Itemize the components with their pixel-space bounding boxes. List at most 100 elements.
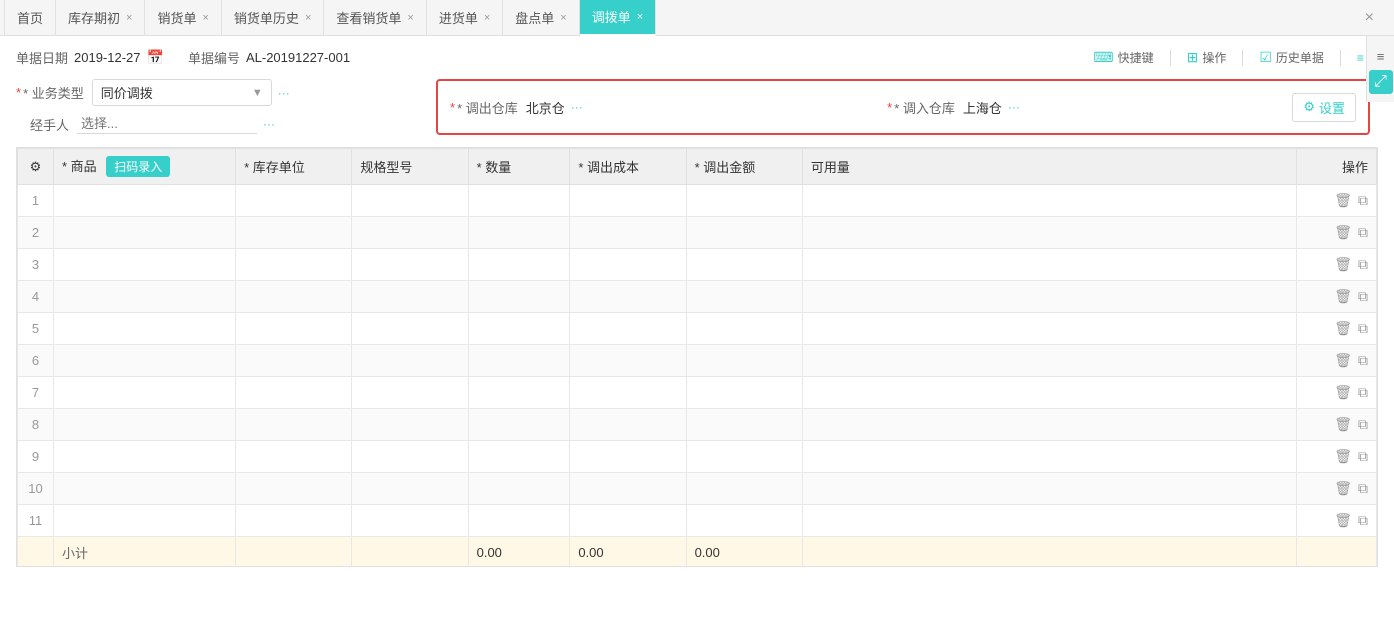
row-10-product[interactable] <box>54 473 236 505</box>
delete-icon-7[interactable]: 🗑 <box>1334 384 1352 401</box>
row-10-unit[interactable] <box>236 473 352 505</box>
delete-icon-5[interactable]: 🗑 <box>1334 320 1352 337</box>
tab-inventory-close[interactable]: × <box>560 12 566 24</box>
tab-home[interactable]: 首页 <box>4 0 56 36</box>
row-7-product[interactable] <box>54 377 236 409</box>
row-8-product[interactable] <box>54 409 236 441</box>
tab-transfer-close[interactable]: × <box>637 11 643 23</box>
delete-icon-8[interactable]: 🗑 <box>1334 416 1352 433</box>
row-5-spec[interactable] <box>352 313 468 345</box>
tab-sales-order-close[interactable]: × <box>202 12 208 24</box>
row-11-product[interactable] <box>54 505 236 537</box>
shortcut-action[interactable]: ⌨ 快捷键 <box>1093 49 1153 66</box>
row-1-product[interactable] <box>54 185 236 217</box>
copy-icon-2[interactable]: ⧉ <box>1358 224 1368 241</box>
tab-view-sales-close[interactable]: × <box>407 12 413 24</box>
row-2-product[interactable] <box>54 217 236 249</box>
delete-icon-11[interactable]: 🗑 <box>1334 512 1352 529</box>
row-6-qty[interactable] <box>468 345 570 377</box>
row-4-unit[interactable] <box>236 281 352 313</box>
delete-icon-3[interactable]: 🗑 <box>1334 256 1352 273</box>
row-2-cost[interactable] <box>570 217 686 249</box>
operate-action[interactable]: ⊞ 操作 <box>1187 49 1227 66</box>
biz-type-select[interactable]: 同价调拨 ▼ <box>92 79 272 106</box>
row-1-cost[interactable] <box>570 185 686 217</box>
row-7-qty[interactable] <box>468 377 570 409</box>
row-8-spec[interactable] <box>352 409 468 441</box>
transfer-in-more-icon[interactable]: ··· <box>1008 100 1020 114</box>
row-9-unit[interactable] <box>236 441 352 473</box>
row-6-cost[interactable] <box>570 345 686 377</box>
row-9-spec[interactable] <box>352 441 468 473</box>
calendar-icon[interactable]: 📅 <box>147 49 164 66</box>
row-10-cost[interactable] <box>570 473 686 505</box>
biz-type-more-icon[interactable]: ··· <box>278 86 290 100</box>
copy-icon-11[interactable]: ⧉ <box>1358 512 1368 529</box>
row-6-product[interactable] <box>54 345 236 377</box>
delete-icon-4[interactable]: 🗑 <box>1334 288 1352 305</box>
delete-icon-1[interactable]: 🗑 <box>1334 192 1352 209</box>
copy-icon-9[interactable]: ⧉ <box>1358 448 1368 465</box>
delete-icon-2[interactable]: 🗑 <box>1334 224 1352 241</box>
row-9-amount[interactable] <box>686 441 802 473</box>
row-10-amount[interactable] <box>686 473 802 505</box>
row-8-cost[interactable] <box>570 409 686 441</box>
row-11-amount[interactable] <box>686 505 802 537</box>
row-10-spec[interactable] <box>352 473 468 505</box>
copy-icon-8[interactable]: ⧉ <box>1358 416 1368 433</box>
row-3-spec[interactable] <box>352 249 468 281</box>
row-4-spec[interactable] <box>352 281 468 313</box>
row-2-qty[interactable] <box>468 217 570 249</box>
settings-button[interactable]: ⚙ 设置 <box>1292 93 1356 122</box>
transfer-out-more-icon[interactable]: ··· <box>571 100 583 114</box>
row-7-unit[interactable] <box>236 377 352 409</box>
tab-sales-order[interactable]: 销货单 × <box>145 0 221 36</box>
delete-icon-10[interactable]: 🗑 <box>1334 480 1352 497</box>
handler-more-icon[interactable]: ··· <box>263 117 275 131</box>
row-7-available[interactable] <box>802 377 1296 409</box>
row-5-product[interactable] <box>54 313 236 345</box>
row-2-amount[interactable] <box>686 217 802 249</box>
row-7-spec[interactable] <box>352 377 468 409</box>
copy-icon-10[interactable]: ⧉ <box>1358 480 1368 497</box>
row-11-cost[interactable] <box>570 505 686 537</box>
row-9-product[interactable] <box>54 441 236 473</box>
tab-purchase[interactable]: 进货单 × <box>427 0 503 36</box>
history-action[interactable]: ☑ 历史单据 <box>1259 49 1324 66</box>
row-11-spec[interactable] <box>352 505 468 537</box>
row-1-amount[interactable] <box>686 185 802 217</box>
row-11-available[interactable] <box>802 505 1296 537</box>
row-6-available[interactable] <box>802 345 1296 377</box>
layout-list-icon[interactable]: ≡ <box>1357 51 1364 65</box>
tab-stock-init-close[interactable]: × <box>126 12 132 24</box>
row-1-spec[interactable] <box>352 185 468 217</box>
tab-purchase-close[interactable]: × <box>484 12 490 24</box>
tab-sales-history-close[interactable]: × <box>305 12 311 24</box>
sidebar-list-button[interactable]: ≡ <box>1369 44 1393 68</box>
delete-icon-6[interactable]: 🗑 <box>1334 352 1352 369</box>
row-4-product[interactable] <box>54 281 236 313</box>
row-6-amount[interactable] <box>686 345 802 377</box>
row-2-available[interactable] <box>802 217 1296 249</box>
row-5-amount[interactable] <box>686 313 802 345</box>
row-4-amount[interactable] <box>686 281 802 313</box>
row-3-unit[interactable] <box>236 249 352 281</box>
row-1-unit[interactable] <box>236 185 352 217</box>
sidebar-expand-button[interactable]: ⤢ <box>1369 70 1393 94</box>
row-7-amount[interactable] <box>686 377 802 409</box>
row-1-qty[interactable] <box>468 185 570 217</box>
col-gear[interactable]: ⚙ <box>18 149 54 185</box>
tab-view-sales[interactable]: 查看销货单 × <box>324 0 426 36</box>
row-5-qty[interactable] <box>468 313 570 345</box>
row-5-available[interactable] <box>802 313 1296 345</box>
row-4-cost[interactable] <box>570 281 686 313</box>
scan-button[interactable]: 扫码录入 <box>106 156 170 177</box>
delete-icon-9[interactable]: 🗑 <box>1334 448 1352 465</box>
tab-inventory[interactable]: 盘点单 × <box>503 0 579 36</box>
row-2-unit[interactable] <box>236 217 352 249</box>
row-11-qty[interactable] <box>468 505 570 537</box>
tab-sales-history[interactable]: 销货单历史 × <box>222 0 324 36</box>
copy-icon-3[interactable]: ⧉ <box>1358 256 1368 273</box>
tab-transfer[interactable]: 调拨单 × <box>580 0 656 36</box>
row-8-amount[interactable] <box>686 409 802 441</box>
